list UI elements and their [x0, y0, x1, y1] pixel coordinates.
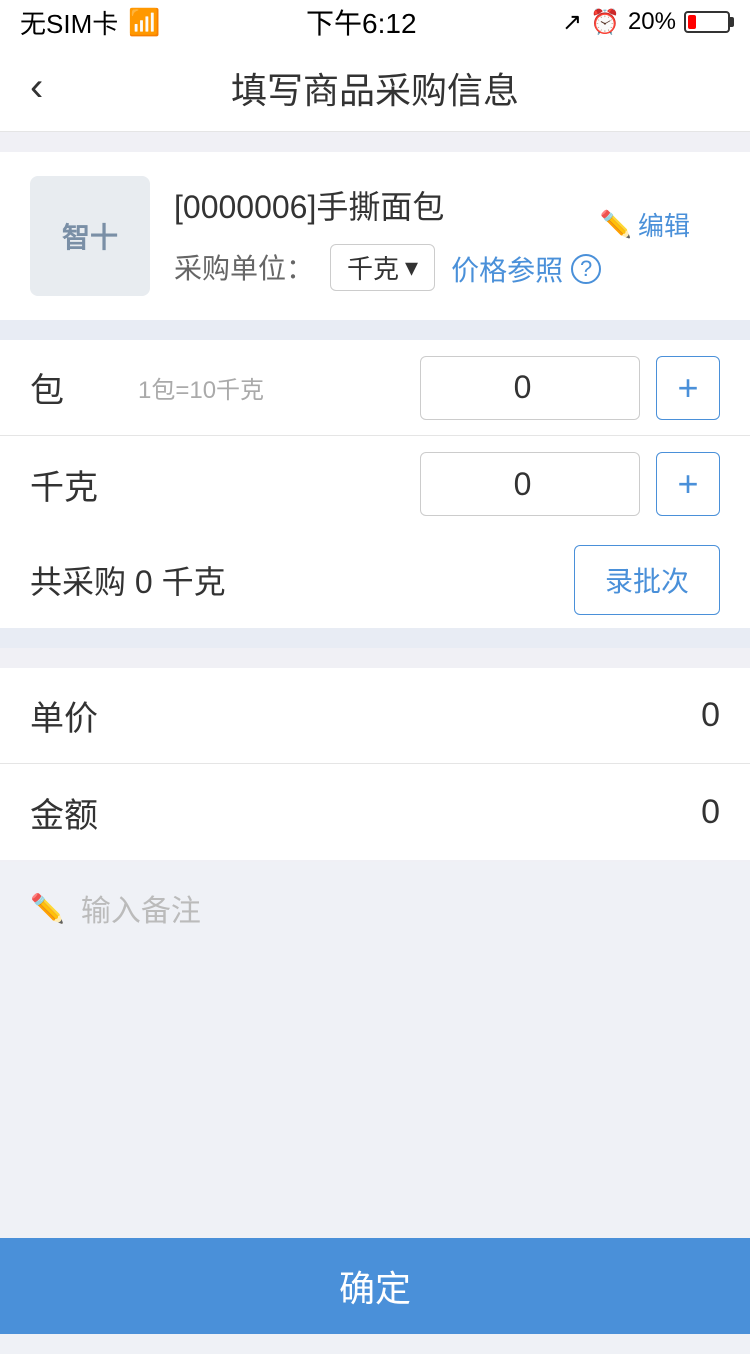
amount-row: 金额 0 — [0, 764, 750, 860]
input-section: 包 1包=10千克 + 千克 + — [0, 340, 750, 532]
product-name: [0000006]手撕面包 — [174, 182, 444, 228]
product-unit-row: 采购单位： 千克 ▾ 价格参照 ? — [174, 244, 720, 291]
kg-quantity-input[interactable] — [420, 452, 640, 516]
battery-icon — [684, 11, 730, 33]
total-row: 共采购 0 千克 录批次 — [0, 532, 750, 628]
back-button[interactable]: ‹ — [30, 65, 43, 110]
plus-icon: + — [677, 370, 698, 406]
bag-label: 包 — [30, 363, 130, 412]
kg-label: 千克 — [30, 460, 130, 509]
notes-section[interactable]: ✏️ 输入备注 — [0, 862, 750, 954]
total-label: 共采购 0 千克 — [30, 557, 226, 603]
status-left: 无SIM卡 📶 — [20, 4, 161, 41]
unit-price-label: 单价 — [30, 691, 98, 740]
amount-label: 金额 — [30, 788, 98, 837]
section-separator-1 — [0, 320, 750, 340]
amount-value: 0 — [701, 793, 720, 832]
unit-select[interactable]: 千克 ▾ — [330, 244, 435, 291]
bag-plus-button[interactable]: + — [656, 356, 720, 420]
battery-percent: 20% — [628, 8, 676, 36]
product-image: 智十 — [30, 176, 150, 296]
battery-fill — [688, 15, 696, 29]
wifi-icon: 📶 — [128, 7, 160, 38]
location-icon: ↗ — [562, 8, 582, 37]
bag-sublabel: 1包=10千克 — [138, 370, 264, 405]
section-separator-2 — [0, 628, 750, 648]
status-time: 下午6:12 — [306, 2, 417, 42]
product-info: [0000006]手撕面包 ✏️ 编辑 采购单位： 千克 ▾ 价格参照 ? — [174, 182, 720, 291]
kg-plus-button[interactable]: + — [656, 452, 720, 516]
price-ref-button[interactable]: 价格参照 ? — [451, 249, 601, 289]
status-right: ↗ ⏰ 20% — [562, 8, 730, 37]
unit-price-value: 0 — [701, 696, 720, 735]
bag-input-row: 包 1包=10千克 + — [0, 340, 750, 436]
confirm-label: 确定 — [339, 1260, 411, 1312]
confirm-button[interactable]: 确定 — [0, 1238, 750, 1334]
alarm-icon: ⏰ — [590, 8, 620, 37]
help-icon: ? — [571, 254, 601, 284]
nav-bar: ‹ 填写商品采购信息 — [0, 44, 750, 132]
plus-icon-2: + — [677, 466, 698, 502]
product-card: 智十 [0000006]手撕面包 ✏️ 编辑 采购单位： 千克 ▾ 价格参照 ? — [0, 152, 750, 320]
unit-price-row: 单价 0 — [0, 668, 750, 764]
unit-label: 采购单位： — [174, 247, 314, 287]
chevron-down-icon: ▾ — [405, 252, 418, 283]
edit-button[interactable]: ✏️ 编辑 — [600, 206, 690, 243]
carrier-label: 无SIM卡 — [20, 4, 118, 41]
notes-placeholder: 输入备注 — [81, 886, 201, 930]
bag-quantity-input[interactable] — [420, 356, 640, 420]
record-batch-button[interactable]: 录批次 — [574, 545, 720, 615]
edit-icon: ✏️ — [600, 209, 632, 240]
pencil-icon: ✏️ — [30, 892, 65, 925]
kg-input-row: 千克 + — [0, 436, 750, 532]
price-section: 单价 0 金额 0 — [0, 668, 750, 860]
product-logo: 智十 — [62, 216, 118, 256]
page-title: 填写商品采购信息 — [231, 62, 519, 114]
status-bar: 无SIM卡 📶 下午6:12 ↗ ⏰ 20% — [0, 0, 750, 44]
